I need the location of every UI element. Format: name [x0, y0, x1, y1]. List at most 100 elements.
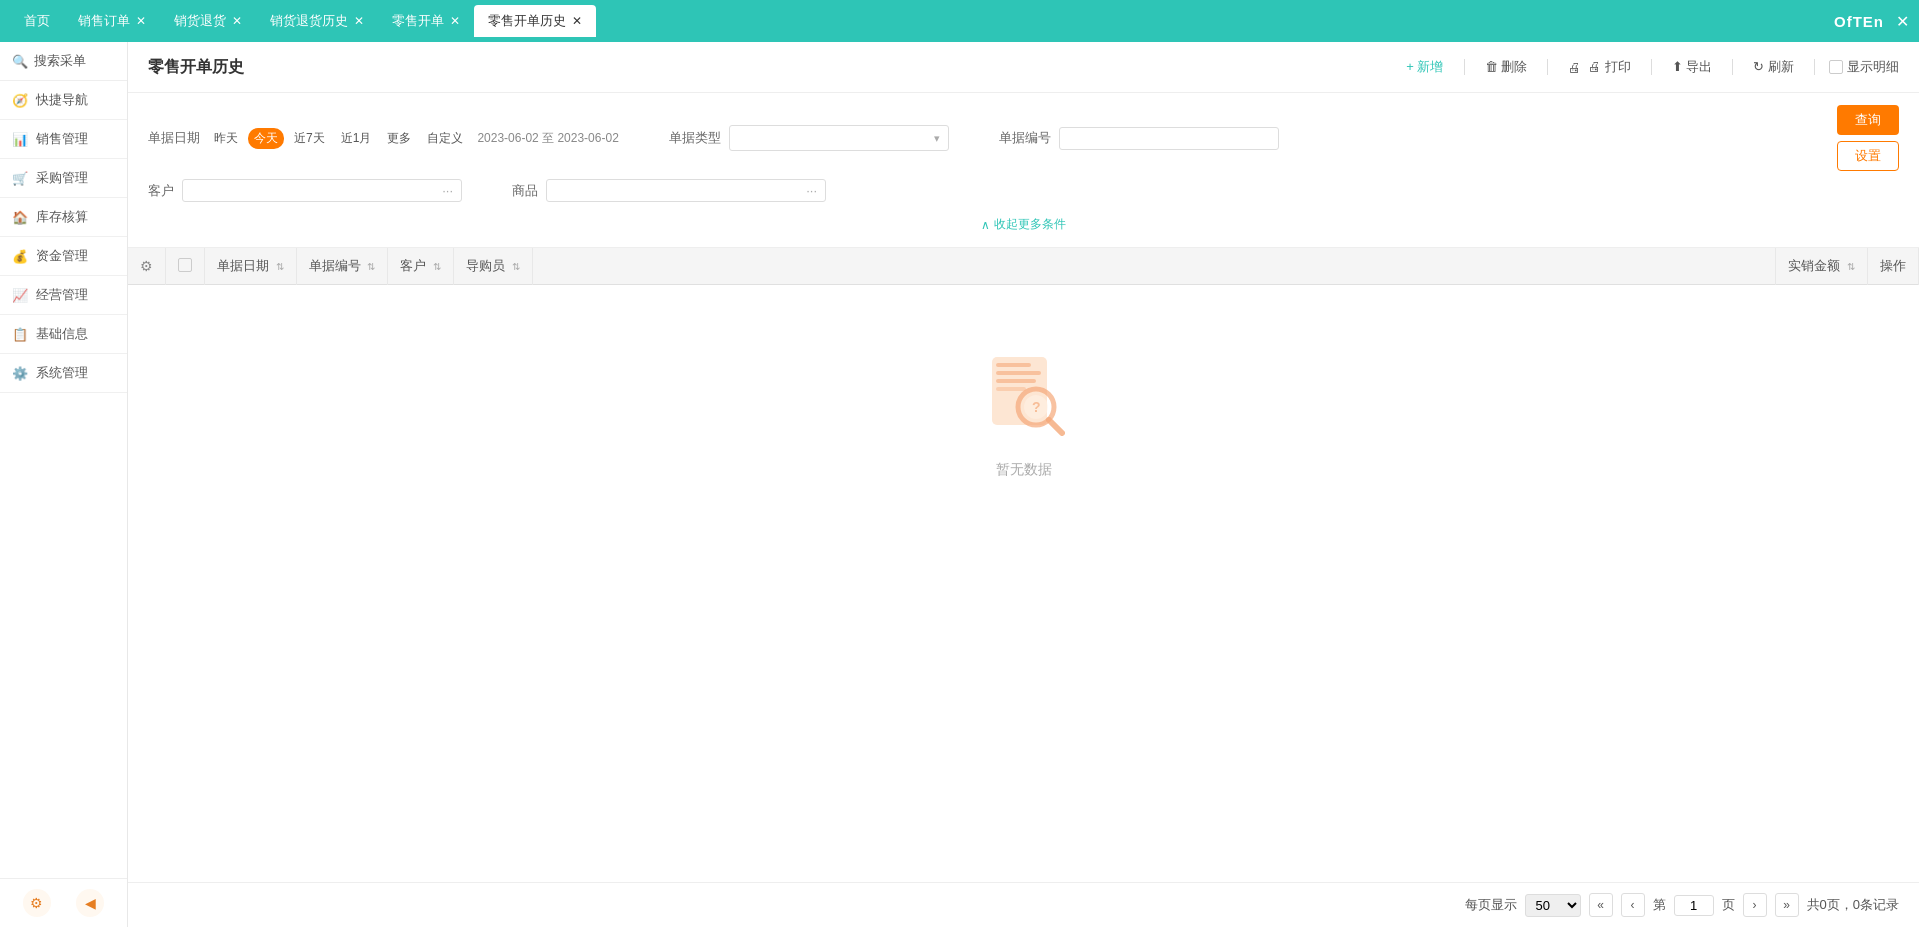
docno-filter-label: 单据编号 — [999, 129, 1051, 147]
tab-home-label: 首页 — [24, 12, 50, 30]
sidebar-item-inventory[interactable]: 🏠 库存核算 — [0, 198, 127, 237]
doctype-select[interactable]: ▾ — [729, 125, 949, 151]
docno-filter-group: 单据编号 — [999, 127, 1279, 150]
page-header: 零售开单历史 + 新增 🗑 删除 🖨 🖨 打印 ⬆ 导出 ↻ 刷新 显示明细 — [128, 42, 1919, 93]
quicknav-icon: 🧭 — [12, 93, 28, 108]
page-title: 零售开单历史 — [148, 57, 244, 78]
date-btn-1month[interactable]: 近1月 — [335, 128, 378, 149]
th-date-label: 单据日期 — [217, 258, 269, 273]
add-button[interactable]: + 新增 — [1400, 54, 1449, 80]
goods-dots-icon: ··· — [806, 183, 817, 198]
sidebar-search[interactable]: 🔍 搜索采单 — [0, 42, 127, 81]
sidebar-finance-label: 资金管理 — [36, 247, 88, 265]
collapse-icon: ∧ — [981, 218, 990, 232]
sidebar-item-basic[interactable]: 📋 基础信息 — [0, 315, 127, 354]
sidebar-item-purchase[interactable]: 🛒 采购管理 — [0, 159, 127, 198]
tab-retail-order-label: 零售开单 — [392, 12, 444, 30]
refresh-button[interactable]: ↻ 刷新 — [1747, 54, 1800, 80]
th-customer[interactable]: 客户 ⇅ — [388, 248, 454, 285]
sidebar-search-label: 搜索采单 — [34, 52, 86, 70]
th-guide[interactable]: 导购员 ⇅ — [453, 248, 532, 285]
svg-rect-1 — [996, 363, 1031, 367]
tab-sale-return-history[interactable]: 销货退货历史 ✕ — [256, 5, 378, 37]
table-container: ⚙ 单据日期 ⇅ 单据编号 — [128, 248, 1919, 882]
table-settings-icon[interactable]: ⚙ — [140, 258, 153, 274]
date-range-display: 2023-06-02 至 2023-06-02 — [477, 130, 618, 147]
prev-page-btn[interactable]: ‹ — [1621, 893, 1645, 917]
page-size-select[interactable]: 50 10 20 100 — [1525, 894, 1581, 917]
tab-retail-history[interactable]: 零售开单历史 ✕ — [474, 5, 596, 37]
toolbar-divider-2 — [1547, 59, 1548, 75]
date-btn-custom[interactable]: 自定义 — [421, 128, 469, 149]
sidebar-item-sales[interactable]: 📊 销售管理 — [0, 120, 127, 159]
th-date[interactable]: 单据日期 ⇅ — [205, 248, 297, 285]
sidebar-item-system[interactable]: ⚙️ 系统管理 — [0, 354, 127, 393]
show-detail-label: 显示明细 — [1847, 58, 1899, 76]
close-sale-return-history-icon[interactable]: ✕ — [354, 14, 364, 28]
sidebar-collapse-btn[interactable]: ◀ — [76, 889, 104, 917]
sidebar-bottom: ⚙ ◀ — [0, 878, 127, 927]
toolbar-divider-3 — [1651, 59, 1652, 75]
th-checkbox[interactable] — [166, 248, 205, 285]
pagination-bar: 每页显示 50 10 20 100 « ‹ 第 页 › » 共0页，0条记录 — [128, 882, 1919, 927]
page-unit: 页 — [1722, 896, 1735, 914]
date-btn-7days[interactable]: 近7天 — [288, 128, 331, 149]
th-ops: 操作 — [1868, 248, 1919, 285]
export-button[interactable]: ⬆ 导出 — [1666, 54, 1719, 80]
show-detail-container: 显示明细 — [1829, 58, 1899, 76]
search-icon: 🔍 — [12, 54, 28, 69]
sidebar-item-operations[interactable]: 📈 经营管理 — [0, 276, 127, 315]
empty-icon: ? — [974, 345, 1074, 445]
print-button[interactable]: 🖨 🖨 打印 — [1562, 54, 1637, 80]
topbar-close-btn[interactable]: ✕ — [1896, 12, 1909, 31]
show-detail-checkbox[interactable] — [1829, 60, 1843, 74]
date-btn-more[interactable]: 更多 — [381, 128, 417, 149]
th-docno[interactable]: 单据编号 ⇅ — [296, 248, 388, 285]
doctype-select-value — [738, 129, 751, 147]
goods-input[interactable]: ··· — [546, 179, 826, 202]
filter-area: 单据日期 昨天 今天 近7天 近1月 更多 自定义 2023-06-02 至 2… — [128, 93, 1919, 248]
tab-sale-return[interactable]: 销货退货 ✕ — [160, 5, 256, 37]
query-button[interactable]: 查询 — [1837, 105, 1899, 135]
sidebar-settings-btn[interactable]: ⚙ — [23, 889, 51, 917]
tab-home[interactable]: 首页 — [10, 5, 64, 37]
th-ops-label: 操作 — [1880, 258, 1906, 273]
sidebar-item-finance[interactable]: 💰 资金管理 — [0, 237, 127, 276]
tab-sale-order[interactable]: 销售订单 ✕ — [64, 5, 160, 37]
delete-button[interactable]: 🗑 删除 — [1479, 54, 1534, 80]
sidebar-item-quicknav[interactable]: 🧭 快捷导航 — [0, 81, 127, 120]
th-amount[interactable]: 实销金额 ⇅ — [1776, 248, 1868, 285]
svg-line-7 — [1049, 420, 1062, 433]
close-retail-history-icon[interactable]: ✕ — [572, 14, 582, 28]
page-word: 第 — [1653, 896, 1666, 914]
date-btn-yesterday[interactable]: 昨天 — [208, 128, 244, 149]
page-number-input[interactable] — [1674, 895, 1714, 916]
svg-rect-2 — [996, 371, 1041, 375]
content-inner: ⚙ 单据日期 ⇅ 单据编号 — [128, 248, 1919, 927]
collapse-row: ∧ 收起更多条件 — [148, 210, 1899, 239]
first-page-btn[interactable]: « — [1589, 893, 1613, 917]
tab-sale-return-history-label: 销货退货历史 — [270, 12, 348, 30]
tab-retail-order[interactable]: 零售开单 ✕ — [378, 5, 474, 37]
header-checkbox[interactable] — [178, 258, 192, 272]
svg-rect-4 — [996, 387, 1026, 391]
date-btn-today[interactable]: 今天 — [248, 128, 284, 149]
inventory-icon: 🏠 — [12, 210, 28, 225]
next-page-btn[interactable]: › — [1743, 893, 1767, 917]
settings-button[interactable]: 设置 — [1837, 141, 1899, 171]
last-page-btn[interactable]: » — [1775, 893, 1799, 917]
collapse-button[interactable]: ∧ 收起更多条件 — [973, 214, 1074, 235]
close-retail-order-icon[interactable]: ✕ — [450, 14, 460, 28]
customer-input[interactable]: ··· — [182, 179, 462, 202]
th-settings[interactable]: ⚙ — [128, 248, 166, 285]
th-customer-label: 客户 — [400, 258, 426, 273]
svg-text:?: ? — [1032, 399, 1041, 415]
main-content: ⚙ 单据日期 ⇅ 单据编号 — [128, 248, 1919, 927]
docno-input[interactable] — [1059, 127, 1279, 150]
close-sale-order-icon[interactable]: ✕ — [136, 14, 146, 28]
close-sale-return-icon[interactable]: ✕ — [232, 14, 242, 28]
tab-sale-order-label: 销售订单 — [78, 12, 130, 30]
date-filter-group: 单据日期 昨天 今天 近7天 近1月 更多 自定义 2023-06-02 至 2… — [148, 128, 619, 149]
sidebar-settings-icon: ⚙ — [30, 895, 43, 911]
query-btn-group: 查询 设置 — [1837, 105, 1899, 171]
